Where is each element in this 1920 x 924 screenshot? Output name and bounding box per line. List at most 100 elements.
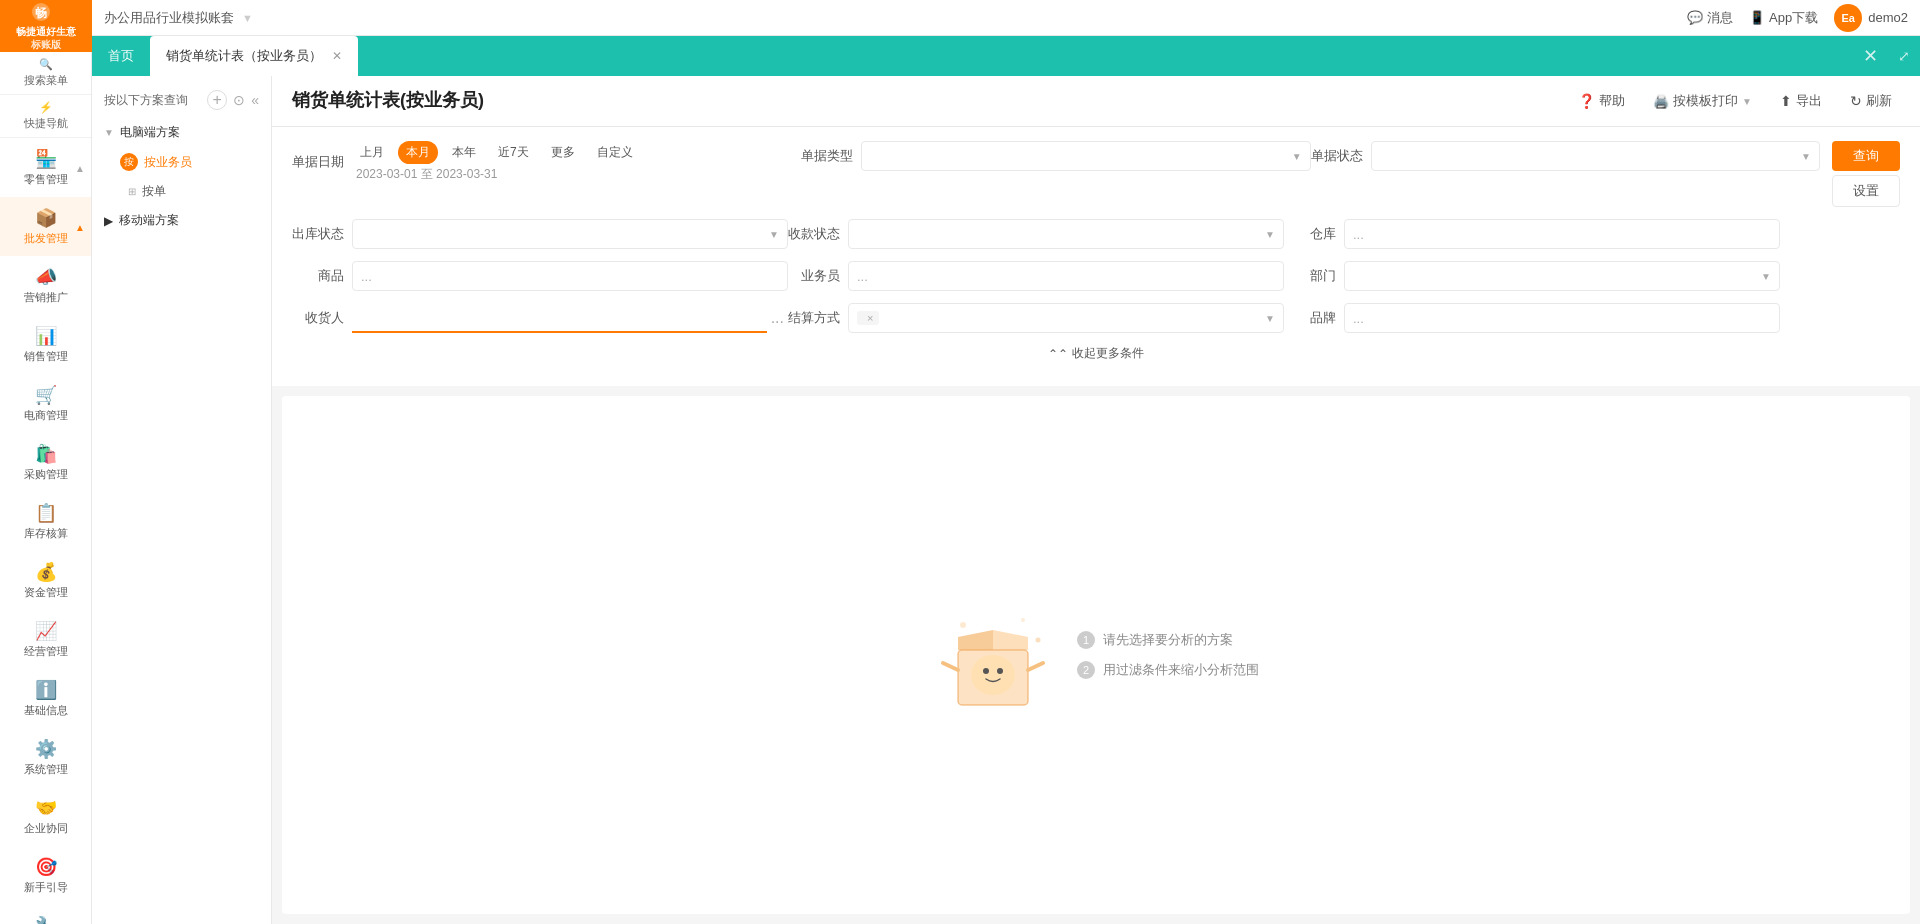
collapse-area: ⌃⌃ 收起更多条件 [292, 341, 1900, 372]
tab-home-label: 首页 [108, 47, 134, 65]
help-btn[interactable]: ❓ 帮助 [1570, 88, 1633, 114]
collapse-icon[interactable]: « [251, 92, 259, 108]
print-btn[interactable]: 🖨️ 按模板打印 ▼ [1645, 88, 1760, 114]
filter-row-3: 商品 ... 业务员 ... 部门 [292, 261, 1900, 291]
tip-text-1: 请先选择要分析的方案 [1103, 631, 1233, 649]
settings-btn[interactable]: 设置 [1832, 175, 1900, 207]
collab-icon: 🤝 [35, 797, 57, 819]
date-last-month-btn[interactable]: 上月 [352, 141, 392, 164]
add-scheme-icon[interactable]: + [207, 90, 227, 110]
sidebar-item-guide[interactable]: 🎯 新手引导 [0, 846, 91, 905]
tab-close-icon[interactable]: ✕ [332, 49, 342, 63]
settlement-select[interactable]: × ▼ [848, 303, 1284, 333]
avatar: Ea [1834, 4, 1862, 32]
export-label: 导出 [1796, 92, 1822, 110]
department-select[interactable]: ▼ [1344, 261, 1780, 291]
tab-report[interactable]: 销货单统计表（按业务员） ✕ [150, 36, 358, 76]
ecommerce-label: 电商管理 [24, 408, 68, 423]
wholesale-arrow: ▲ [75, 221, 85, 232]
scheme-item-by-salesperson[interactable]: 按 按业务员 [92, 147, 271, 177]
date-this-year-btn[interactable]: 本年 [444, 141, 484, 164]
date-quick-btns: 上月 本月 本年 近7天 更多 自定义 [352, 141, 641, 164]
status-select[interactable]: ▼ [1371, 141, 1820, 171]
salesperson-input[interactable]: ... [848, 261, 1284, 291]
edit-scheme-icon[interactable]: ⊙ [233, 92, 245, 108]
brand-col: 品牌 ... [1284, 303, 1780, 333]
type-label: 单据类型 [801, 147, 861, 165]
sidebar-item-collab[interactable]: 🤝 企业协同 [0, 787, 91, 846]
purchase-icon: 🛍️ [35, 443, 57, 465]
department-col: 部门 ▼ [1284, 261, 1780, 291]
app-download-btn[interactable]: 📱 App下载 [1749, 9, 1818, 27]
payment-select[interactable]: ▼ [848, 219, 1284, 249]
goods-input[interactable]: ... [352, 261, 788, 291]
collapse-btn[interactable]: ⌃⌃ 收起更多条件 [1048, 341, 1144, 372]
page-title: 销货单统计表(按业务员) [292, 88, 484, 124]
left-panel-actions: + ⊙ « [207, 90, 259, 110]
window-close-btn[interactable]: ✕ [1853, 45, 1888, 67]
window-maximize-btn[interactable]: ⤢ [1888, 48, 1920, 64]
sidebar-item-wholesale[interactable]: 📦 批发管理 ▲ [0, 197, 91, 256]
tab-home[interactable]: 首页 [92, 36, 150, 76]
export-icon: ⬆ [1780, 93, 1792, 109]
system-icon: ⚙️ [35, 738, 57, 760]
sidebar-item-appstore[interactable]: 🔧 应用中心 [0, 905, 91, 924]
scheme-item-by-order[interactable]: ⊞ 按单 [92, 177, 271, 206]
sidebar-quick-nav[interactable]: ⚡ 快捷导航 [0, 95, 91, 138]
message-label: 消息 [1707, 9, 1733, 27]
receiver-dots[interactable]: ... [767, 309, 788, 327]
retail-arrow: ▲ [75, 162, 85, 173]
mobile-group-header[interactable]: ▶ 移动端方案 [92, 206, 271, 235]
warehouse-col: 仓库 ... [1284, 219, 1780, 249]
sidebar-item-inventory[interactable]: 📋 库存核算 [0, 492, 91, 551]
export-btn[interactable]: ⬆ 导出 [1772, 88, 1830, 114]
user-info[interactable]: Ea demo2 [1834, 4, 1908, 32]
salesperson-label: 业务员 [788, 267, 848, 285]
outbound-chevron: ▼ [769, 229, 779, 240]
guide-icon: 🎯 [35, 856, 57, 878]
date-custom-btn[interactable]: 自定义 [589, 141, 641, 164]
brand-input[interactable]: ... [1344, 303, 1780, 333]
collab-label: 企业协同 [24, 821, 68, 836]
filter-row-1: 单据日期 上月 本月 本年 近7天 更多 自定义 2023-03-01 至 20… [292, 141, 1900, 207]
sidebar-item-operations[interactable]: 📈 经营管理 [0, 610, 91, 669]
sidebar-item-marketing[interactable]: 📣 营销推广 [0, 256, 91, 315]
desktop-group-header[interactable]: ▼ 电脑端方案 [92, 118, 271, 147]
app-sub: 标账版 [31, 38, 61, 52]
sidebar: 畅 畅捷通好生意 标账版 🔍 搜索菜单 ⚡ 快捷导航 🏪 零售管理 ▲ 📦 批发… [0, 0, 92, 924]
sidebar-item-purchase[interactable]: 🛍️ 采购管理 [0, 433, 91, 492]
sidebar-search[interactable]: 🔍 搜索菜单 [0, 52, 91, 95]
sidebar-item-sales[interactable]: 📊 销售管理 [0, 315, 91, 374]
goods-col: 商品 ... [292, 261, 788, 291]
sidebar-item-basic-info[interactable]: ℹ️ 基础信息 [0, 669, 91, 728]
quick-nav-label: 快捷导航 [24, 116, 68, 131]
type-select[interactable]: ▼ [861, 141, 1310, 171]
filter-row-2: 出库状态 ▼ 收款状态 ▼ 仓库 [292, 219, 1900, 249]
print-dropdown-icon: ▼ [1742, 96, 1752, 107]
retail-label: 零售管理 [24, 172, 68, 187]
sidebar-item-system[interactable]: ⚙️ 系统管理 [0, 728, 91, 787]
date-filter-col: 单据日期 上月 本月 本年 近7天 更多 自定义 2023-03-01 至 20… [292, 141, 801, 183]
topbar: 办公用品行业模拟账套 ▼ 💬 消息 📱 App下载 Ea demo2 [92, 0, 1920, 36]
sidebar-item-finance[interactable]: 💰 资金管理 [0, 551, 91, 610]
settlement-tag-remove[interactable]: × [867, 312, 873, 324]
settlement-tag: × [857, 311, 879, 325]
empty-tip-1: 1 请先选择要分析的方案 [1077, 631, 1259, 649]
filter-area: 单据日期 上月 本月 本年 近7天 更多 自定义 2023-03-01 至 20… [272, 127, 1920, 386]
warehouse-select[interactable]: ... [1344, 219, 1780, 249]
message-btn[interactable]: 💬 消息 [1687, 9, 1733, 27]
order-scheme-label: 按单 [142, 183, 166, 200]
receiver-input[interactable] [352, 303, 767, 333]
outbound-select[interactable]: ▼ [352, 219, 788, 249]
query-btn[interactable]: 查询 [1832, 141, 1900, 171]
refresh-btn[interactable]: ↻ 刷新 [1842, 88, 1900, 114]
help-label: 帮助 [1599, 92, 1625, 110]
purchase-label: 采购管理 [24, 467, 68, 482]
sidebar-item-retail[interactable]: 🏪 零售管理 ▲ [0, 138, 91, 197]
date-7days-btn[interactable]: 近7天 [490, 141, 537, 164]
basic-info-icon: ℹ️ [35, 679, 57, 701]
date-more-btn[interactable]: 更多 [543, 141, 583, 164]
date-filter-controls: 上月 本月 本年 近7天 更多 自定义 2023-03-01 至 2023-03… [352, 141, 641, 183]
sidebar-item-ecommerce[interactable]: 🛒 电商管理 [0, 374, 91, 433]
date-this-month-btn[interactable]: 本月 [398, 141, 438, 164]
